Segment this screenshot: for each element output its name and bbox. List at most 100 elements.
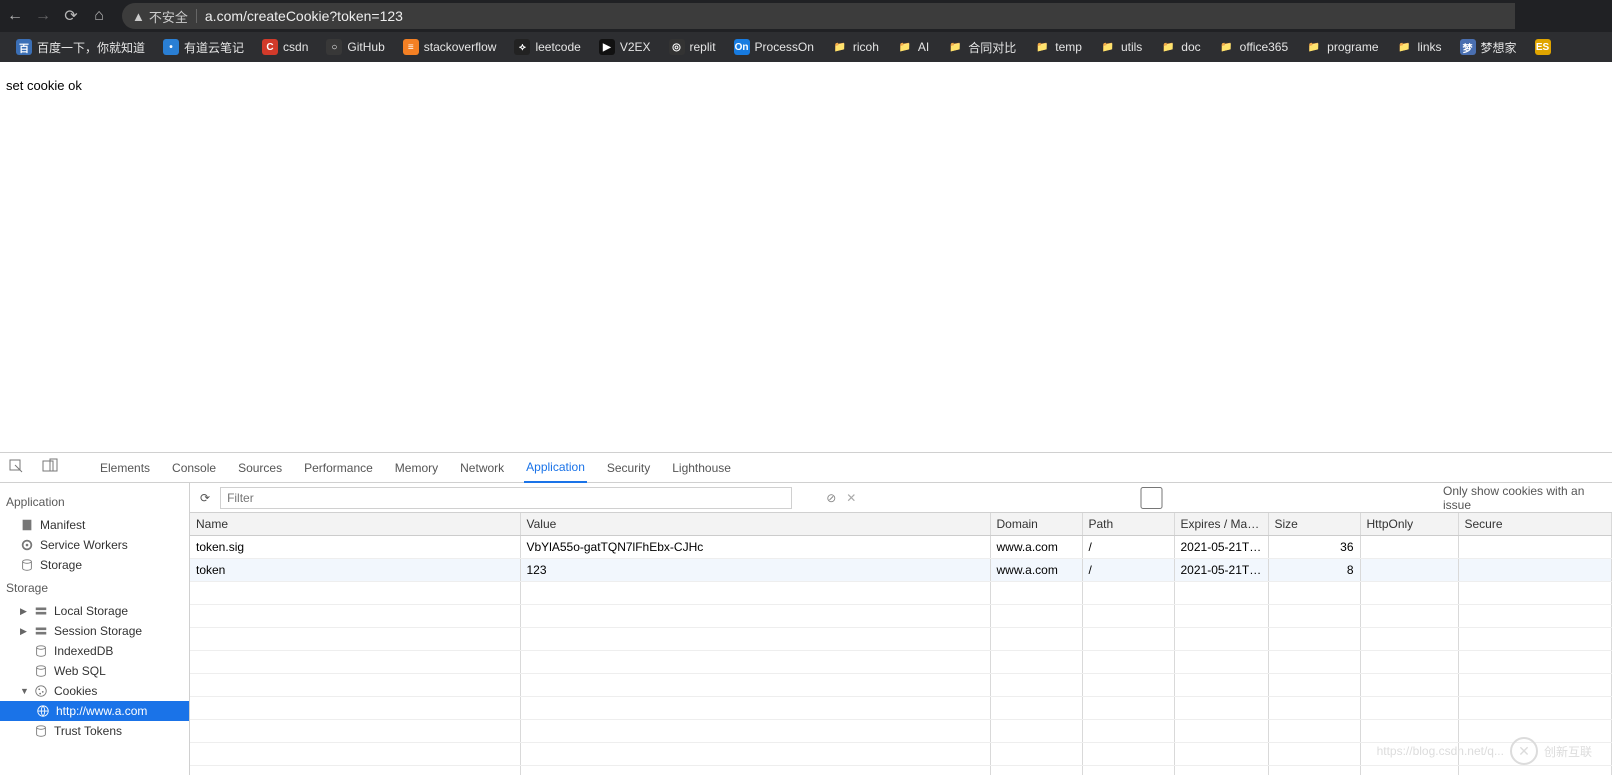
bookmark-item[interactable]: 📁ricoh — [826, 39, 885, 55]
folder-icon: 📁 — [832, 39, 848, 55]
bookmark-label: AI — [918, 40, 929, 54]
bookmark-item[interactable]: ◎replit — [663, 39, 722, 55]
inspect-icon[interactable] — [8, 458, 24, 477]
forward-button[interactable]: → — [34, 7, 52, 25]
folder-icon: 📁 — [1306, 39, 1322, 55]
table-row-empty — [190, 697, 1612, 720]
sidebar-item-local-storage[interactable]: ▶Local Storage — [0, 601, 189, 621]
col-header[interactable]: Domain — [990, 513, 1082, 536]
table-row[interactable]: token123www.a.com/2021-05-21T0...8 — [190, 559, 1612, 582]
bookmark-item[interactable]: OnProcessOn — [728, 39, 820, 55]
address-bar[interactable]: ▲ 不安全 — [122, 3, 1515, 29]
table-row[interactable]: token.sigVbYlA55o-gatTQN7lFhEbx-CJHcwww.… — [190, 536, 1612, 559]
warning-icon: ▲ — [132, 9, 145, 24]
only-issue-check[interactable] — [866, 487, 1437, 509]
bookmark-item[interactable]: 📁temp — [1028, 39, 1088, 55]
bookmark-label: V2EX — [620, 40, 651, 54]
sidebar-item-trust-tokens[interactable]: Trust Tokens — [0, 721, 189, 741]
browser-toolbar: ← → ⟳ ⌂ ▲ 不安全 — [0, 0, 1612, 32]
devtools-tab-console[interactable]: Console — [170, 453, 218, 483]
bookmark-label: 合同对比 — [968, 39, 1016, 56]
col-header[interactable]: Secure — [1458, 513, 1612, 536]
bookmark-item[interactable]: 📁office365 — [1213, 39, 1295, 55]
bookmark-item[interactable]: ▶ V2EX — [593, 39, 657, 55]
table-row-empty — [190, 766, 1612, 775]
devtools-tab-sources[interactable]: Sources — [236, 453, 284, 483]
only-issue-checkbox[interactable]: Only show cookies with an issue — [866, 484, 1602, 512]
favicon-icon: ≡ — [403, 39, 419, 55]
favicon-icon: ▶ — [599, 39, 615, 55]
sidebar-item-storage[interactable]: Storage — [0, 555, 189, 575]
home-button[interactable]: ⌂ — [90, 7, 108, 25]
bookmark-item[interactable]: 📁合同对比 — [941, 39, 1022, 56]
devtools-tab-security[interactable]: Security — [605, 453, 652, 483]
favicon-icon: ○ — [326, 39, 342, 55]
col-header[interactable]: HttpOnly — [1360, 513, 1458, 536]
back-button[interactable]: ← — [6, 7, 24, 25]
col-header[interactable]: Value — [520, 513, 990, 536]
bookmark-item[interactable]: ES — [1529, 39, 1562, 55]
bookmark-item[interactable]: ○ GitHub — [320, 39, 390, 55]
bookmark-item[interactable]: ⟡leetcode — [508, 39, 586, 55]
folder-icon: 📁 — [897, 39, 913, 55]
table-row-empty — [190, 582, 1612, 605]
device-icon[interactable] — [42, 458, 58, 477]
cookie-table[interactable]: NameValueDomainPathExpires / Max-...Size… — [190, 513, 1612, 775]
sidebar-item-service-workers[interactable]: Service Workers — [0, 535, 189, 555]
bookmark-item[interactable]: 📁programe — [1300, 39, 1384, 55]
favicon-icon: ◎ — [669, 39, 685, 55]
col-header[interactable]: Name — [190, 513, 520, 536]
insecure-label: 不安全 — [149, 7, 188, 26]
reload-button[interactable]: ⟳ — [62, 7, 80, 25]
bookmark-item[interactable]: 📁 AI — [891, 39, 935, 55]
sidebar-item-indexeddb[interactable]: IndexedDB — [0, 641, 189, 661]
close-icon[interactable]: ✕ — [846, 491, 856, 505]
filter-input[interactable] — [220, 487, 792, 509]
refresh-icon[interactable]: ⟳ — [200, 491, 210, 505]
folder-icon: 📁 — [1397, 39, 1413, 55]
separator — [196, 9, 197, 23]
cell-domain: www.a.com — [990, 559, 1082, 582]
bookmark-item[interactable]: Ccsdn — [256, 39, 314, 55]
cell-secure — [1458, 536, 1612, 559]
folder-icon: 📁 — [1034, 39, 1050, 55]
col-header[interactable]: Expires / Max-... — [1174, 513, 1268, 536]
sidebar-item-websql[interactable]: Web SQL — [0, 661, 189, 681]
sidebar-item-manifest[interactable]: Manifest — [0, 515, 189, 535]
page-body: set cookie ok — [0, 62, 1612, 452]
col-header[interactable]: Path — [1082, 513, 1174, 536]
clear-filter-icon[interactable]: ⊘ — [826, 491, 836, 505]
cell-size: 8 — [1268, 559, 1360, 582]
favicon-icon: 梦 — [1460, 39, 1476, 55]
folder-icon: 📁 — [1160, 39, 1176, 55]
devtools-tab-network[interactable]: Network — [458, 453, 506, 483]
cell-value: 123 — [520, 559, 990, 582]
sidebar-item-cookie-origin[interactable]: http://www.a.com — [0, 701, 189, 721]
insecure-badge[interactable]: ▲ 不安全 — [132, 7, 188, 26]
bookmark-label: GitHub — [347, 40, 384, 54]
sidebar-cat-storage: Storage — [0, 575, 189, 601]
bookmark-item[interactable]: 梦梦想家 — [1454, 39, 1523, 56]
devtools-tab-application[interactable]: Application — [524, 453, 587, 483]
sidebar-item-session-storage[interactable]: ▶Session Storage — [0, 621, 189, 641]
url-input[interactable] — [205, 8, 1505, 24]
devtools-tab-elements[interactable]: Elements — [98, 453, 152, 483]
bookmark-item[interactable]: 📁doc — [1154, 39, 1206, 55]
bookmark-item[interactable]: •有道云笔记 — [157, 39, 250, 56]
bookmark-bar: 百百度一下，你就知道 •有道云笔记 Ccsdn ○ GitHub ≡stackoverfl… — [0, 32, 1612, 62]
bookmark-item[interactable]: 百百度一下，你就知道 — [10, 39, 151, 56]
devtools-tab-lighthouse[interactable]: Lighthouse — [670, 453, 733, 483]
cell-expires: 2021-05-21T0... — [1174, 559, 1268, 582]
col-header[interactable]: Size — [1268, 513, 1360, 536]
folder-icon: 📁 — [1219, 39, 1235, 55]
devtools-sidebar: Application Manifest Service Workers Sto… — [0, 483, 190, 775]
devtools-tab-performance[interactable]: Performance — [302, 453, 375, 483]
bookmark-item[interactable]: 📁utils — [1094, 39, 1148, 55]
devtools-tabs: Elements Console Sources Performance Memory N… — [0, 453, 1612, 483]
bookmark-label: links — [1418, 40, 1442, 54]
sidebar-item-cookies[interactable]: ▼Cookies — [0, 681, 189, 701]
bookmark-item[interactable]: ≡stackoverflow — [397, 39, 503, 55]
favicon-icon: ES — [1535, 39, 1551, 55]
devtools-tab-memory[interactable]: Memory — [393, 453, 440, 483]
bookmark-item[interactable]: 📁 links — [1391, 39, 1448, 55]
